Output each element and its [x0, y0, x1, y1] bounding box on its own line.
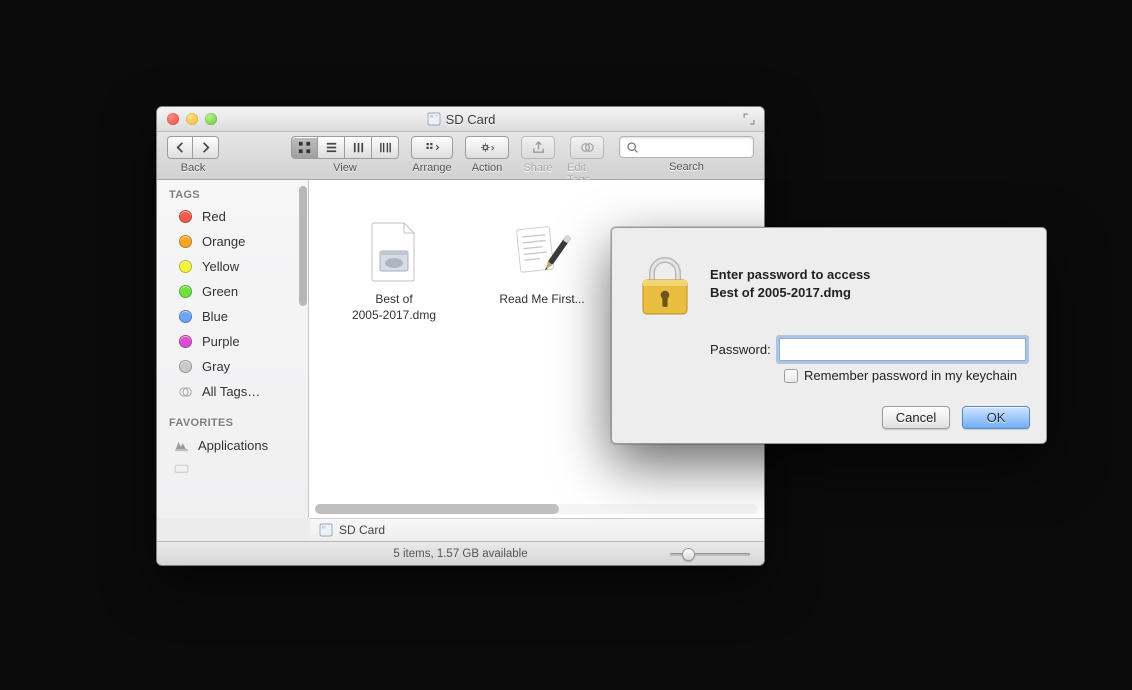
applications-icon — [173, 437, 190, 454]
share-label: Share — [523, 162, 552, 174]
window-title: SD Card — [157, 111, 764, 127]
tag-label: Green — [202, 284, 238, 299]
action-label: Action — [472, 162, 503, 174]
edit-tags-button[interactable] — [570, 136, 604, 159]
arrange-label: Arrange — [412, 162, 451, 174]
horizontal-scrollbar[interactable] — [315, 504, 758, 514]
search-icon — [626, 141, 639, 154]
dmg-icon — [363, 220, 425, 284]
drive-icon — [173, 461, 190, 478]
icon-size-slider[interactable] — [670, 550, 750, 558]
lock-icon — [636, 256, 694, 323]
volume-icon — [426, 111, 442, 127]
action-button[interactable] — [465, 136, 509, 159]
coverflow-view-button[interactable] — [372, 136, 399, 159]
arrange-button[interactable] — [411, 136, 453, 159]
password-dialog: Enter password to accessBest of 2005-201… — [611, 227, 1047, 444]
dot-icon — [179, 235, 192, 248]
sidebar-scrollbar[interactable] — [299, 186, 307, 306]
column-view-button[interactable] — [345, 136, 372, 159]
back-label: Back — [181, 162, 205, 174]
favorite-applications[interactable]: Applications — [157, 432, 308, 459]
remember-label: Remember password in my keychain — [804, 368, 1017, 383]
dot-icon — [179, 210, 192, 223]
status-text: 5 items, 1.57 GB available — [393, 548, 527, 560]
file-item-dmg[interactable]: Best of2005-2017.dmg — [339, 220, 449, 323]
tag-label: Purple — [202, 334, 240, 349]
tag-green[interactable]: Green — [157, 279, 308, 304]
tag-label: Orange — [202, 234, 245, 249]
scrollbar-thumb[interactable] — [315, 504, 559, 514]
volume-icon — [318, 522, 334, 538]
forward-button[interactable] — [193, 136, 219, 159]
search-label: Search — [669, 161, 704, 173]
icon-view-button[interactable] — [291, 136, 318, 159]
dot-icon — [179, 360, 192, 373]
window-title-text: SD Card — [446, 112, 496, 127]
share-group: Share — [521, 136, 555, 174]
remember-checkbox[interactable] — [784, 369, 798, 383]
pathbar[interactable]: SD Card — [310, 518, 764, 541]
file-label: Read Me First... — [499, 292, 584, 308]
view-label: View — [333, 162, 357, 174]
cancel-button[interactable]: Cancel — [882, 406, 950, 429]
favorites-header: FAVORITES — [157, 414, 308, 432]
search-field[interactable] — [619, 136, 754, 158]
toolbar: Back View Arrange Action Share Edit T — [157, 132, 764, 180]
dot-icon — [179, 260, 192, 273]
titlebar[interactable]: SD Card — [157, 107, 764, 132]
ok-button[interactable]: OK — [962, 406, 1030, 429]
view-group: View — [291, 136, 399, 174]
back-forward-group: Back — [167, 136, 219, 174]
tag-red[interactable]: Red — [157, 204, 308, 229]
tag-orange[interactable]: Orange — [157, 229, 308, 254]
tag-blue[interactable]: Blue — [157, 304, 308, 329]
file-item-rtf[interactable]: Read Me First... — [487, 220, 597, 323]
sidebar: TAGS Red Orange Yellow Green Blue Purple… — [157, 180, 309, 518]
remember-row[interactable]: Remember password in my keychain — [784, 368, 1017, 383]
tag-purple[interactable]: Purple — [157, 329, 308, 354]
tag-label: Yellow — [202, 259, 239, 274]
tag-gray[interactable]: Gray — [157, 354, 308, 379]
dot-icon — [179, 310, 192, 323]
dot-icon — [179, 335, 192, 348]
list-view-button[interactable] — [318, 136, 345, 159]
fullscreen-icon[interactable] — [742, 112, 756, 126]
dialog-message: Enter password to accessBest of 2005-201… — [710, 266, 1026, 301]
arrange-group: Arrange — [411, 136, 453, 174]
action-group: Action — [465, 136, 509, 174]
password-row: Password: — [710, 338, 1026, 361]
tag-label: Blue — [202, 309, 228, 324]
favorite-truncated[interactable] — [157, 459, 308, 483]
tag-yellow[interactable]: Yellow — [157, 254, 308, 279]
back-button[interactable] — [167, 136, 193, 159]
path-location: SD Card — [339, 523, 385, 537]
all-tags[interactable]: All Tags… — [157, 379, 308, 404]
file-label: Best of2005-2017.dmg — [352, 292, 436, 323]
search-group: Search — [619, 136, 754, 173]
tag-label: Gray — [202, 359, 230, 374]
password-input[interactable] — [779, 338, 1026, 361]
tag-label: Red — [202, 209, 226, 224]
all-tags-icon — [179, 385, 192, 398]
dialog-buttons: Cancel OK — [882, 406, 1030, 429]
rtf-icon — [511, 220, 573, 284]
statusbar: 5 items, 1.57 GB available — [157, 541, 764, 565]
edit-tags-group: Edit Tags — [567, 136, 607, 186]
all-tags-label: All Tags… — [202, 384, 260, 399]
favorite-label: Applications — [198, 438, 268, 453]
dot-icon — [179, 285, 192, 298]
share-button[interactable] — [521, 136, 555, 159]
tags-header: TAGS — [157, 186, 308, 204]
password-label: Password: — [710, 342, 771, 357]
slider-knob[interactable] — [682, 548, 695, 561]
